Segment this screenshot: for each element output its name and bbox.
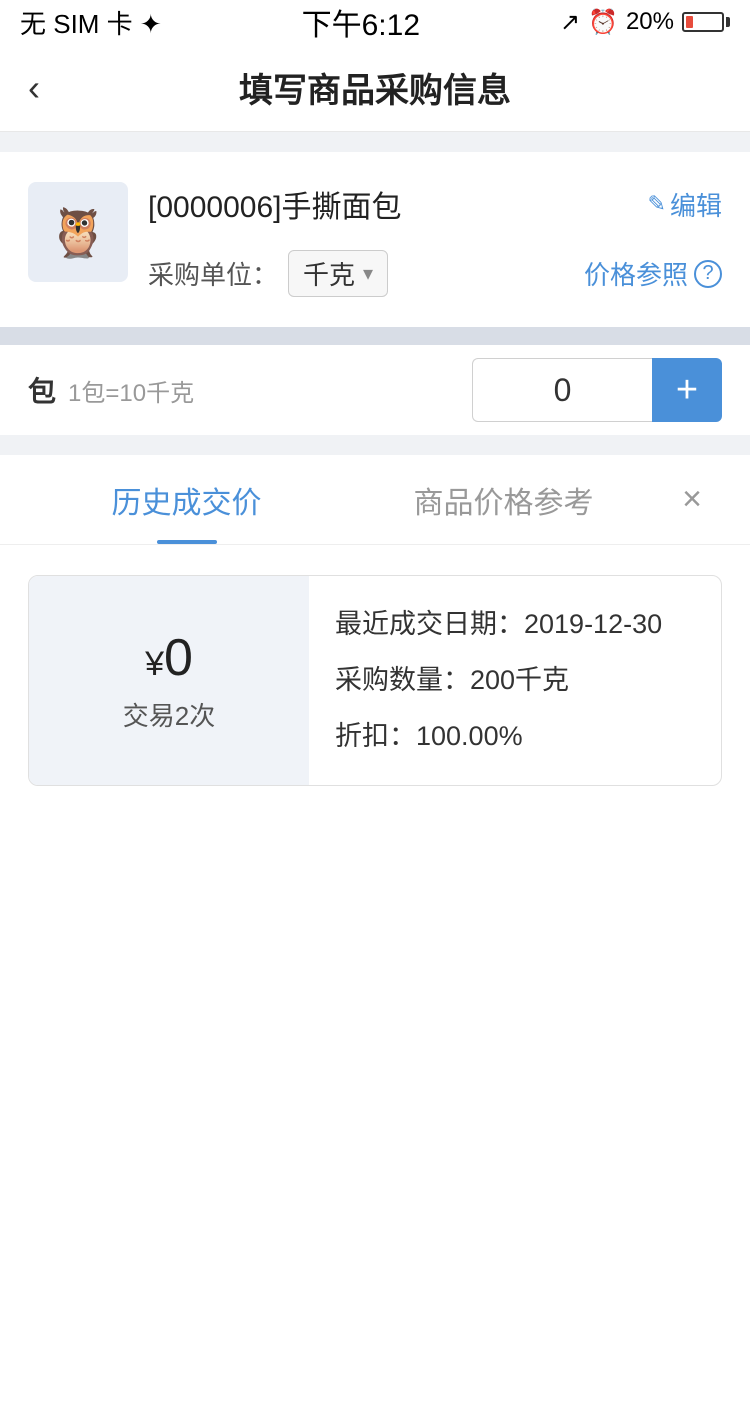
unit-value: 千克 <box>303 255 355 292</box>
section-divider <box>0 327 750 345</box>
product-info: [0000006]手撕面包 ✎ 编辑 采购单位： 千克 ▾ 价格参照 ? <box>148 182 722 297</box>
history-trades-count: 交易2次 <box>123 696 215 733</box>
tabs-header: 历史成交价 商品价格参考 × <box>0 455 750 545</box>
discount-label: 折扣： <box>335 721 416 751</box>
tab-product-price-reference[interactable]: 商品价格参考 <box>345 455 662 544</box>
discount-value: 100.00% <box>416 721 523 751</box>
alarm-icon: ⏰ <box>588 8 618 37</box>
purchase-quantity-value: 200千克 <box>470 665 569 695</box>
page-rest <box>0 816 750 1416</box>
history-right-panel: 最近成交日期：2019-12-30 采购数量：200千克 折扣：100.00% <box>309 576 721 785</box>
history-content: ¥0 交易2次 最近成交日期：2019-12-30 采购数量：200千克 折扣：… <box>0 545 750 816</box>
back-button[interactable]: ‹ <box>28 67 40 109</box>
purchase-quantity-label: 采购数量： <box>335 665 470 695</box>
tab-active-indicator <box>157 540 217 544</box>
product-thumbnail: 🦉 <box>28 182 128 282</box>
page-title: 填写商品采购信息 <box>239 63 511 112</box>
help-icon: ? <box>694 260 722 288</box>
tab-close-button[interactable]: × <box>662 470 722 530</box>
quantity-plus-button[interactable]: + <box>652 358 722 422</box>
currency-symbol: ¥ <box>145 645 164 683</box>
tabs-panel: 历史成交价 商品价格参考 × ¥0 交易2次 最近成交日期：2019-12-30… <box>0 455 750 816</box>
history-card: ¥0 交易2次 最近成交日期：2019-12-30 采购数量：200千克 折扣：… <box>28 575 722 786</box>
quantity-input-wrap: 0 + <box>472 358 722 422</box>
status-time: 下午6:12 <box>302 0 420 44</box>
location-icon: ↗ <box>560 8 580 37</box>
product-card: 🦉 [0000006]手撕面包 ✎ 编辑 采购单位： 千克 ▾ <box>0 152 750 327</box>
purchase-quantity-row: 采购数量：200千克 <box>335 662 695 700</box>
edit-button[interactable]: ✎ 编辑 <box>648 186 722 223</box>
recent-date-value: 2019-12-30 <box>524 609 662 639</box>
discount-row: 折扣：100.00% <box>335 718 695 756</box>
unit-label: 采购单位： <box>148 255 278 292</box>
recent-date-label: 最近成交日期： <box>335 609 524 639</box>
battery-percent: 20% <box>626 8 674 36</box>
edit-icon: ✎ <box>648 191 666 217</box>
price-value: 0 <box>164 629 193 687</box>
unit-selector[interactable]: 千克 ▾ <box>288 250 388 297</box>
tab-history-price[interactable]: 历史成交价 <box>28 455 345 544</box>
product-name: [0000006]手撕面包 <box>148 182 401 226</box>
quantity-hint: 1包=10千克 <box>68 373 472 408</box>
status-right: ↗ ⏰ 20% <box>560 8 730 37</box>
quantity-input[interactable]: 0 <box>472 358 652 422</box>
sim-label: 无 SIM 卡 ✦ <box>20 4 162 41</box>
quantity-unit-label: 包 <box>28 370 56 410</box>
history-left-panel: ¥0 交易2次 <box>29 576 309 785</box>
price-ref-label: 价格参照 <box>584 255 688 292</box>
status-left: 无 SIM 卡 ✦ <box>20 4 162 41</box>
quantity-row: 包 1包=10千克 0 + <box>0 345 750 435</box>
product-image-icon: 🦉 <box>48 204 108 261</box>
dropdown-arrow-icon: ▾ <box>363 261 373 286</box>
price-reference-button[interactable]: 价格参照 ? <box>584 255 722 292</box>
status-bar: 无 SIM 卡 ✦ 下午6:12 ↗ ⏰ 20% <box>0 0 750 44</box>
history-price-display: ¥0 <box>145 628 193 688</box>
page-header: ‹ 填写商品采购信息 <box>0 44 750 132</box>
recent-date-row: 最近成交日期：2019-12-30 <box>335 606 695 644</box>
battery-icon <box>682 12 730 32</box>
